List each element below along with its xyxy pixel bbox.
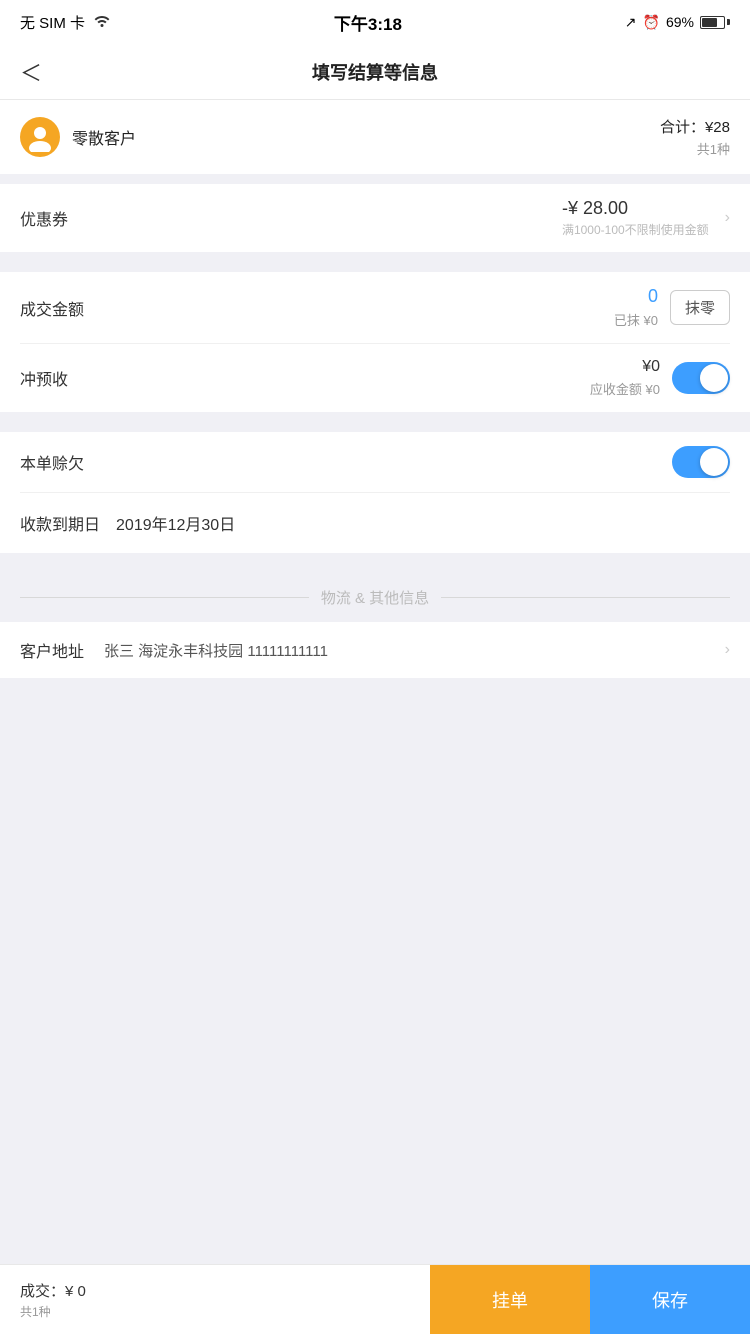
coupon-desc: 满1000-100不限制使用金额 — [562, 221, 709, 238]
customer-row[interactable]: 零散客户 合计：¥28 共1种 — [0, 100, 750, 174]
coupon-value-group: -¥ 28.00 满1000-100不限制使用金额 — [562, 198, 709, 238]
status-time: 下午3:18 — [334, 10, 402, 35]
status-bar: 无 SIM 卡 下午3:18 ↗ ⏰ 69% — [0, 0, 750, 44]
customer-avatar — [20, 117, 60, 157]
prepay-value-group: ¥0 应收金额 ¥0 — [590, 358, 660, 398]
bottom-deal-label: 成交： — [20, 1283, 65, 1300]
prepay-right: ¥0 应收金额 ¥0 — [590, 358, 730, 398]
save-button[interactable]: 保存 — [590, 1265, 750, 1334]
debt-right — [672, 446, 730, 478]
deal-label: 成交金额 — [20, 296, 84, 320]
logistics-header: 物流 & 其他信息 — [0, 573, 750, 622]
coupon-label: 优惠券 — [20, 206, 68, 230]
bottom-bar: 成交：¥ 0 共1种 挂单 保存 — [0, 1264, 750, 1334]
debt-row: 本单赊欠 — [0, 432, 750, 492]
bottom-deal-text: 成交：¥ 0 — [20, 1280, 410, 1301]
deal-value-group: 0 已抹 ¥0 — [614, 286, 658, 329]
debt-toggle-knob — [700, 448, 728, 476]
coupon-section: 优惠券 -¥ 28.00 满1000-100不限制使用金额 › — [0, 184, 750, 252]
customer-name: 零散客户 — [72, 125, 136, 149]
coupon-chevron-icon: › — [725, 209, 730, 227]
hold-button[interactable]: 挂单 — [430, 1265, 590, 1334]
separator-3 — [0, 563, 750, 573]
debt-label: 本单赊欠 — [20, 450, 84, 474]
back-button[interactable]: ＜ — [20, 56, 42, 88]
wifi-icon — [93, 13, 111, 31]
location-icon: ↗ — [625, 14, 637, 31]
coupon-right: -¥ 28.00 满1000-100不限制使用金额 › — [562, 198, 730, 238]
alarm-icon: ⏰ — [643, 14, 660, 31]
nav-bar: ＜ 填写结算等信息 — [0, 44, 750, 100]
bottom-count: 共1种 — [20, 1303, 410, 1320]
deal-rounded: 已抹 ¥0 — [614, 310, 658, 329]
battery-icon — [700, 16, 730, 29]
coupon-row[interactable]: 优惠券 -¥ 28.00 满1000-100不限制使用金额 › — [0, 184, 750, 252]
deal-section: 成交金额 0 已抹 ¥0 抹零 冲预收 ¥0 应收金额 ¥0 — [0, 272, 750, 412]
customer-total: 合计：¥28 — [660, 116, 730, 137]
status-left: 无 SIM 卡 — [20, 12, 111, 33]
separator-2 — [0, 422, 750, 432]
address-value: 张三 海淀永丰科技园 11111111111 — [104, 640, 717, 661]
bottom-info: 成交：¥ 0 共1种 — [0, 1280, 430, 1320]
customer-left: 零散客户 — [20, 117, 136, 157]
address-row[interactable]: 客户地址 张三 海淀永丰科技园 11111111111 › — [0, 622, 750, 678]
address-label: 客户地址 — [20, 638, 84, 662]
no-sim-text: 无 SIM 卡 — [20, 12, 85, 33]
customer-section: 零散客户 合计：¥28 共1种 — [0, 100, 750, 174]
address-section: 客户地址 张三 海淀永丰科技园 11111111111 › — [0, 622, 750, 678]
logistics-line-left — [20, 597, 309, 598]
main-content: 零散客户 合计：¥28 共1种 优惠券 -¥ 28.00 满1000-100不限… — [0, 100, 750, 768]
battery-percent: 69% — [666, 14, 694, 30]
address-chevron-icon: › — [725, 641, 730, 659]
deal-right: 0 已抹 ¥0 抹零 — [614, 286, 730, 329]
due-date-label: 收款到期日 — [20, 511, 100, 535]
separator-1 — [0, 262, 750, 272]
bottom-deal-value: ¥ 0 — [65, 1283, 86, 1300]
coupon-discount: -¥ 28.00 — [562, 198, 709, 219]
deal-value: 0 — [648, 286, 658, 306]
logistics-line-right — [441, 597, 730, 598]
prepay-toggle[interactable] — [672, 362, 730, 394]
round-zero-button[interactable]: 抹零 — [670, 290, 730, 325]
debt-section: 本单赊欠 收款到期日 2019年12月30日 — [0, 432, 750, 553]
due-date-row[interactable]: 收款到期日 2019年12月30日 — [0, 493, 750, 553]
customer-summary: 合计：¥28 共1种 — [660, 116, 730, 158]
prepay-toggle-knob — [700, 364, 728, 392]
debt-toggle[interactable] — [672, 446, 730, 478]
deal-row: 成交金额 0 已抹 ¥0 抹零 — [0, 272, 750, 343]
status-right: ↗ ⏰ 69% — [625, 14, 730, 31]
due-date-value: 2019年12月30日 — [116, 511, 235, 535]
logistics-label: 物流 & 其他信息 — [321, 587, 429, 608]
customer-count: 共1种 — [660, 139, 730, 158]
page-title: 填写结算等信息 — [312, 59, 438, 85]
prepay-value: ¥0 — [590, 358, 660, 376]
prepay-label: 冲预收 — [20, 366, 68, 390]
prepay-receivable: 应收金额 ¥0 — [590, 379, 660, 398]
prepay-row: 冲预收 ¥0 应收金额 ¥0 — [0, 344, 750, 412]
